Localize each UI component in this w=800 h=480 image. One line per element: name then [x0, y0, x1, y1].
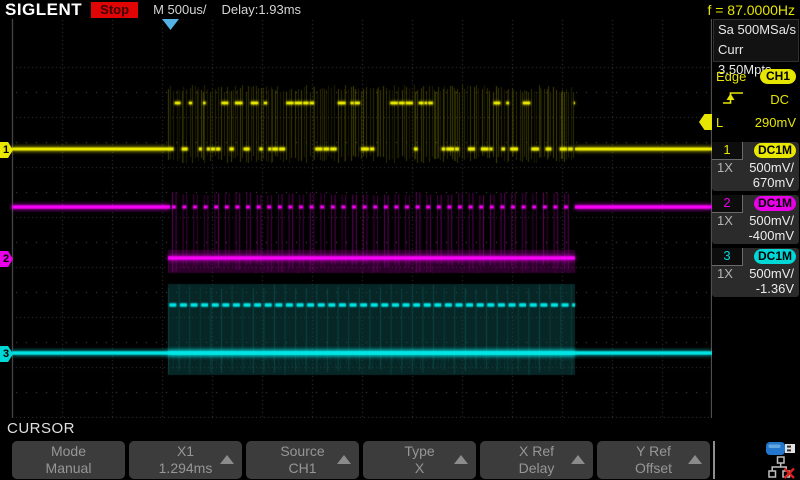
up-arrow-icon [220, 455, 234, 464]
menu-title: CURSOR [7, 420, 76, 437]
channel3-offset: -1.36V [755, 281, 794, 296]
menu-button-mode[interactable]: Mode Manual [12, 441, 125, 479]
delay-readout: Delay:1.93ms [221, 2, 302, 17]
up-arrow-icon [454, 455, 468, 464]
menu-button-x1[interactable]: X1 1.294ms [129, 441, 242, 479]
channel2-scale: 500mV/ [749, 213, 794, 228]
up-arrow-icon [337, 455, 351, 464]
channel1-offset: 670mV [752, 175, 794, 190]
channel3-probe: 1X [717, 266, 733, 281]
lan-disconnected-icon [767, 456, 795, 480]
acquisition-status-badge: Stop [91, 1, 139, 18]
menu-button-type[interactable]: Type X [363, 441, 476, 479]
frequency-counter: f = 87.0000Hz [707, 1, 795, 18]
channel1-scale: 500mV/ [749, 160, 794, 175]
status-icon-panel [713, 441, 800, 479]
channel1-probe: 1X [717, 160, 733, 175]
trigger-level-readout: 290mV [754, 115, 796, 130]
trigger-level-label: L [716, 115, 724, 130]
timebase-readout: M 500us/ [153, 2, 207, 17]
channel3-number: 3 [712, 248, 743, 266]
channel2-probe: 1X [717, 213, 733, 228]
rising-edge-icon [722, 90, 744, 109]
menu-button-yref[interactable]: Y Ref Offset [597, 441, 710, 479]
top-status-bar: SIGLENT Stop M 500us/ Delay:1.93ms f = 8… [0, 0, 800, 19]
channel1-info-box[interactable]: 1 DC1M 1X 500mV/ 670mV [712, 142, 799, 191]
acquisition-info-box: Sa 500MSa/s Curr 3.50Mpts [713, 19, 799, 77]
channel1-number: 1 [712, 142, 743, 160]
waveform-display [0, 18, 712, 418]
menu-button-xref[interactable]: X Ref Delay [480, 441, 593, 479]
channel3-coupling-badge: DC1M [753, 249, 796, 264]
oscilloscope-screen: SIGLENT Stop M 500us/ Delay:1.93ms f = 8… [0, 0, 800, 480]
channel1-coupling-badge: DC1M [753, 143, 796, 158]
trigger-source-badge[interactable]: CH1 [759, 69, 796, 84]
up-arrow-icon [571, 455, 585, 464]
trigger-mode-label: Edge [716, 69, 747, 84]
trigger-info-box: Edge CH1 DC L 290mV [713, 65, 799, 134]
channel2-info-box[interactable]: 2 DC1M 1X 500mV/ -400mV [712, 195, 799, 244]
brand-logo: SIGLENT [5, 0, 83, 19]
sample-rate-readout: Sa 500MSa/s [718, 22, 797, 37]
channel2-number: 2 [712, 195, 743, 213]
up-arrow-icon [688, 455, 702, 464]
channel3-scale: 500mV/ [749, 266, 794, 281]
trigger-coupling-readout: DC [770, 92, 789, 107]
menu-button-source[interactable]: Source CH1 [246, 441, 359, 479]
channel3-info-box[interactable]: 3 DC1M 1X 500mV/ -1.36V [712, 248, 799, 297]
channel2-offset: -400mV [748, 228, 794, 243]
channel2-coupling-badge: DC1M [753, 196, 796, 211]
